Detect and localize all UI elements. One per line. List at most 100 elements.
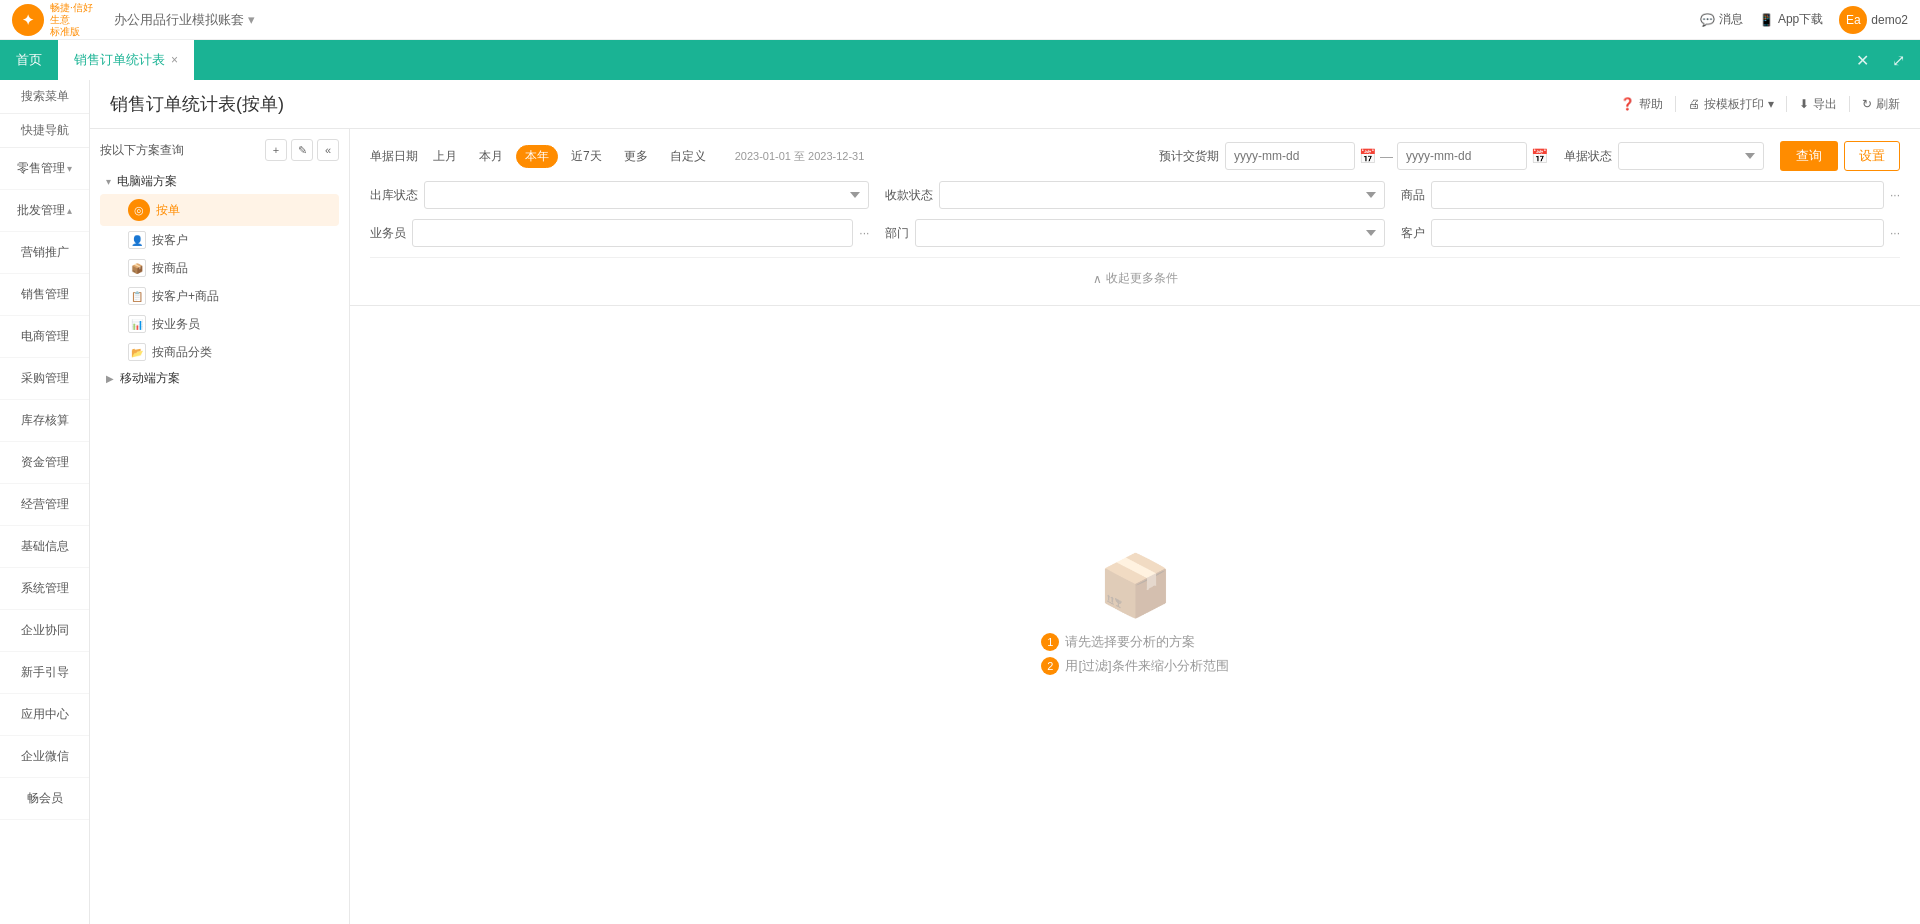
expected-date-end[interactable] bbox=[1397, 142, 1527, 170]
date-tag-custom[interactable]: 自定义 bbox=[661, 145, 715, 168]
sidebar-item-operations[interactable]: 经营管理 bbox=[0, 484, 89, 526]
calendar-icon-start[interactable]: 📅 bbox=[1359, 148, 1376, 164]
filter-date: 单据日期 上月 本月 本年 近7天 更多 自定义 bbox=[370, 145, 715, 168]
department-select[interactable] bbox=[915, 219, 1384, 247]
sidebar-item-sales[interactable]: 销售管理 bbox=[0, 274, 89, 316]
expand-icon2: ▶ bbox=[106, 373, 114, 384]
collapse-up-icon: ∧ bbox=[1093, 272, 1102, 286]
export-icon: ⬇ bbox=[1799, 97, 1809, 111]
setting-button[interactable]: 设置 bbox=[1844, 141, 1900, 171]
query-button[interactable]: 查询 bbox=[1780, 141, 1838, 171]
tree-item-by-order[interactable]: ◎ 按单 bbox=[100, 194, 339, 226]
sidebar-item-retail[interactable]: 零售管理 ▾ bbox=[0, 148, 89, 190]
app-download-btn[interactable]: 📱 App下载 bbox=[1759, 11, 1823, 28]
date-tag-this-month[interactable]: 本月 bbox=[470, 145, 512, 168]
message-btn[interactable]: 💬 消息 bbox=[1700, 11, 1743, 28]
date-label: 单据日期 bbox=[370, 148, 418, 165]
date-tag-this-year[interactable]: 本年 bbox=[516, 145, 558, 168]
filter-status: 单据状态 bbox=[1564, 142, 1764, 170]
product-icon: 📦 bbox=[128, 259, 146, 277]
category-icon: 📂 bbox=[128, 343, 146, 361]
customer-more-icon[interactable]: ··· bbox=[1890, 226, 1900, 240]
export-btn[interactable]: ⬇ 导出 bbox=[1799, 96, 1837, 113]
date-tag-more[interactable]: 更多 bbox=[615, 145, 657, 168]
tab-window-close[interactable]: ✕ bbox=[1848, 46, 1876, 74]
sidebar-item-apps[interactable]: 应用中心 bbox=[0, 694, 89, 736]
tab-actions: ✕ ⤢ bbox=[1840, 46, 1920, 74]
sidebar-item-wholesale[interactable]: 批发管理 ▴ bbox=[0, 190, 89, 232]
sidebar-item-marketing[interactable]: 营销推广 bbox=[0, 232, 89, 274]
date-separator: — bbox=[1380, 149, 1393, 164]
page-actions: ❓ 帮助 🖨 按模板打印 ▾ ⬇ 导出 ↻ 刷新 bbox=[1620, 96, 1900, 113]
sales-rep-input[interactable] bbox=[412, 219, 853, 247]
tree-item-by-category[interactable]: 📂 按商品分类 bbox=[100, 338, 339, 366]
sidebar-item-system[interactable]: 系统管理 bbox=[0, 568, 89, 610]
message-icon: 💬 bbox=[1700, 13, 1715, 27]
date-tag-last-month[interactable]: 上月 bbox=[424, 145, 466, 168]
expected-date-start[interactable] bbox=[1225, 142, 1355, 170]
tree-pc-section[interactable]: ▾ 电脑端方案 bbox=[100, 169, 339, 194]
date-tags: 上月 本月 本年 近7天 更多 自定义 bbox=[424, 145, 715, 168]
sidebar-item-ecommerce[interactable]: 电商管理 bbox=[0, 316, 89, 358]
sidebar-item-finance[interactable]: 资金管理 bbox=[0, 442, 89, 484]
sidebar-item-wechat[interactable]: 企业微信 bbox=[0, 736, 89, 778]
content-body: 按以下方案查询 + ✎ « ▾ 电脑端方案 ◎ 按单 bbox=[90, 129, 1920, 924]
calendar-icon-end[interactable]: 📅 bbox=[1531, 148, 1548, 164]
empty-tips: 1 请先选择要分析的方案 2 用[过滤]条件来缩小分析范围 bbox=[1041, 633, 1228, 681]
payment-status-select[interactable] bbox=[939, 181, 1384, 209]
tab-window-expand[interactable]: ⤢ bbox=[1884, 46, 1912, 74]
filter-payment-status: 收款状态 bbox=[885, 181, 1384, 209]
tree-item-by-sales-rep[interactable]: 📊 按业务员 bbox=[100, 310, 339, 338]
customer-product-icon: 📋 bbox=[128, 287, 146, 305]
print-dropdown-icon: ▾ bbox=[1768, 97, 1774, 111]
ship-status-label: 出库状态 bbox=[370, 187, 418, 204]
chevron-up-icon: ▴ bbox=[67, 205, 72, 216]
product-more-icon[interactable]: ··· bbox=[1890, 188, 1900, 202]
logo-area: ✦ 畅捷·信好生意 标准版 bbox=[12, 2, 102, 38]
tree-item-by-customer[interactable]: 👤 按客户 bbox=[100, 226, 339, 254]
sidebar-search[interactable]: 搜索菜单 bbox=[0, 80, 89, 114]
status-select[interactable] bbox=[1618, 142, 1764, 170]
filter-form: 单据日期 上月 本月 本年 近7天 更多 自定义 2023-01-01 至 20… bbox=[350, 129, 1920, 306]
logo-text: 畅捷·信好生意 标准版 bbox=[50, 2, 102, 38]
product-input[interactable] bbox=[1431, 181, 1884, 209]
filter-product: 商品 ··· bbox=[1401, 181, 1900, 209]
action-icons: + ✎ « bbox=[265, 139, 339, 161]
tab-bar: 首页 销售订单统计表 × ✕ ⤢ bbox=[0, 40, 1920, 80]
refresh-btn[interactable]: ↻ 刷新 bbox=[1862, 96, 1900, 113]
sidebar-item-inventory[interactable]: 库存核算 bbox=[0, 400, 89, 442]
print-icon: 🖨 bbox=[1688, 97, 1700, 111]
sidebar-item-member[interactable]: 畅会员 bbox=[0, 778, 89, 820]
customer-input[interactable] bbox=[1431, 219, 1884, 247]
tab-sales-order[interactable]: 销售订单统计表 × bbox=[58, 40, 194, 80]
date-tag-last7[interactable]: 近7天 bbox=[562, 145, 611, 168]
tab-close-icon[interactable]: × bbox=[171, 53, 178, 67]
sales-rep-more-icon[interactable]: ··· bbox=[859, 226, 869, 240]
tip-num-2: 2 bbox=[1041, 657, 1059, 675]
sidebar-item-purchase[interactable]: 采购管理 bbox=[0, 358, 89, 400]
left-panel-header: 按以下方案查询 + ✎ « bbox=[100, 139, 339, 161]
help-btn[interactable]: ❓ 帮助 bbox=[1620, 96, 1663, 113]
product-label: 商品 bbox=[1401, 187, 1425, 204]
sidebar-item-basic[interactable]: 基础信息 bbox=[0, 526, 89, 568]
user-avatar[interactable]: Ea demo2 bbox=[1839, 6, 1908, 34]
tree-mobile-section[interactable]: ▶ 移动端方案 bbox=[100, 366, 339, 391]
tree-item-by-customer-product[interactable]: 📋 按客户+商品 bbox=[100, 282, 339, 310]
main-layout: 搜索菜单 快捷导航 零售管理 ▾ 批发管理 ▴ 营销推广 销售管理 电商管理 采… bbox=[0, 80, 1920, 924]
tree-item-by-product[interactable]: 📦 按商品 bbox=[100, 254, 339, 282]
collapse-btn[interactable]: ∧ 收起更多条件 bbox=[370, 264, 1900, 293]
print-btn[interactable]: 🖨 按模板打印 ▾ bbox=[1688, 96, 1774, 113]
filter-customer: 客户 ··· bbox=[1401, 219, 1900, 247]
dropdown-icon[interactable]: ▾ bbox=[248, 12, 255, 27]
sidebar-item-enterprise[interactable]: 企业协同 bbox=[0, 610, 89, 652]
sidebar-quick-nav[interactable]: 快捷导航 bbox=[0, 114, 89, 148]
collapse-panel-btn[interactable]: « bbox=[317, 139, 339, 161]
add-scheme-btn[interactable]: + bbox=[265, 139, 287, 161]
edit-scheme-btn[interactable]: ✎ bbox=[291, 139, 313, 161]
sidebar-item-newbie[interactable]: 新手引导 bbox=[0, 652, 89, 694]
content-area: 销售订单统计表(按单) ❓ 帮助 🖨 按模板打印 ▾ ⬇ 导出 bbox=[90, 80, 1920, 924]
tab-home[interactable]: 首页 bbox=[0, 40, 58, 80]
chevron-down-icon: ▾ bbox=[67, 163, 72, 174]
expected-date-label: 预计交货期 bbox=[1159, 148, 1219, 165]
ship-status-select[interactable] bbox=[424, 181, 869, 209]
